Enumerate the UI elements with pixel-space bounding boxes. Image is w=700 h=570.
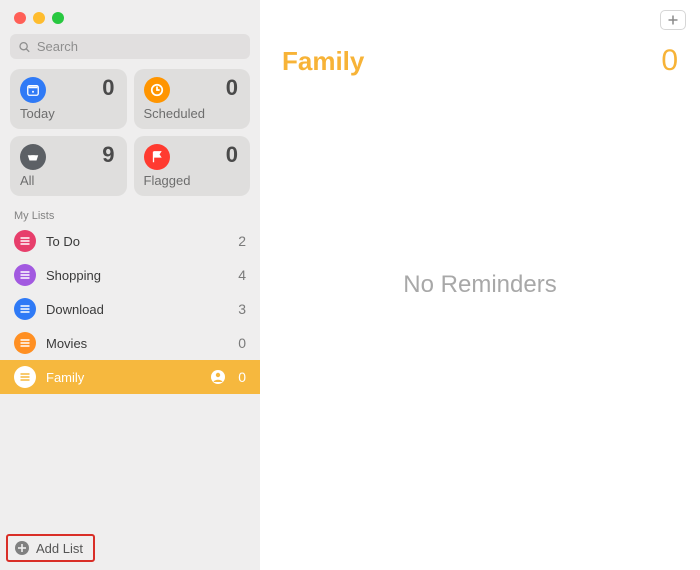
list-icon <box>14 298 36 320</box>
smart-list-grid: 0 Today 0 Scheduled 9 All 0 Flagged <box>0 69 260 204</box>
smart-flagged-label: Flagged <box>144 173 191 188</box>
list-count: 4 <box>238 267 246 283</box>
smart-today-label: Today <box>20 106 55 121</box>
main-panel: Family 0 No Reminders <box>260 0 700 570</box>
window-traffic-lights <box>0 0 260 34</box>
list-icon <box>14 332 36 354</box>
tray-icon <box>20 144 46 170</box>
smart-scheduled[interactable]: 0 Scheduled <box>134 69 251 129</box>
my-lists-header: My Lists <box>0 204 260 224</box>
main-header: Family 0 <box>260 0 700 78</box>
search-field[interactable] <box>10 34 250 59</box>
close-window-button[interactable] <box>14 12 26 24</box>
minimize-window-button[interactable] <box>33 12 45 24</box>
calendar-icon <box>20 77 46 103</box>
empty-state-text: No Reminders <box>403 271 556 299</box>
smart-scheduled-count: 0 <box>226 75 238 101</box>
list-count: 0 <box>238 369 246 385</box>
add-list-label: Add List <box>36 541 83 556</box>
list-row-family[interactable]: Family 0 <box>0 360 260 394</box>
list-count: 0 <box>238 335 246 351</box>
list-icon <box>14 264 36 286</box>
add-list-button[interactable]: Add List <box>6 534 95 562</box>
smart-today[interactable]: 0 Today <box>10 69 127 129</box>
smart-all-count: 9 <box>102 142 114 168</box>
my-lists: To Do 2 Shopping 4 Download 3 Movies 0 F… <box>0 224 260 394</box>
list-title: Family <box>282 46 364 77</box>
list-row-shopping[interactable]: Shopping 4 <box>0 258 260 292</box>
smart-today-count: 0 <box>102 75 114 101</box>
zoom-window-button[interactable] <box>52 12 64 24</box>
shared-list-icon <box>210 369 226 385</box>
list-icon <box>14 230 36 252</box>
list-name: Download <box>46 302 228 317</box>
list-row-movies[interactable]: Movies 0 <box>0 326 260 360</box>
add-reminder-button[interactable] <box>660 10 686 30</box>
list-name: Shopping <box>46 268 228 283</box>
list-row-todo[interactable]: To Do 2 <box>0 224 260 258</box>
plus-circle-icon <box>14 540 30 556</box>
search-icon <box>18 40 31 54</box>
sidebar: 0 Today 0 Scheduled 9 All 0 Flagged My L… <box>0 0 260 570</box>
flag-icon <box>144 144 170 170</box>
smart-all[interactable]: 9 All <box>10 136 127 196</box>
smart-flagged[interactable]: 0 Flagged <box>134 136 251 196</box>
list-name: Movies <box>46 336 228 351</box>
list-name: Family <box>46 370 200 385</box>
list-row-download[interactable]: Download 3 <box>0 292 260 326</box>
list-icon <box>14 366 36 388</box>
list-count: 3 <box>238 301 246 317</box>
smart-flagged-count: 0 <box>226 142 238 168</box>
list-total-count: 0 <box>661 44 678 78</box>
search-input[interactable] <box>37 39 242 54</box>
list-name: To Do <box>46 234 228 249</box>
clock-icon <box>144 77 170 103</box>
list-count: 2 <box>238 233 246 249</box>
plus-icon <box>667 14 679 26</box>
smart-all-label: All <box>20 173 34 188</box>
smart-scheduled-label: Scheduled <box>144 106 205 121</box>
